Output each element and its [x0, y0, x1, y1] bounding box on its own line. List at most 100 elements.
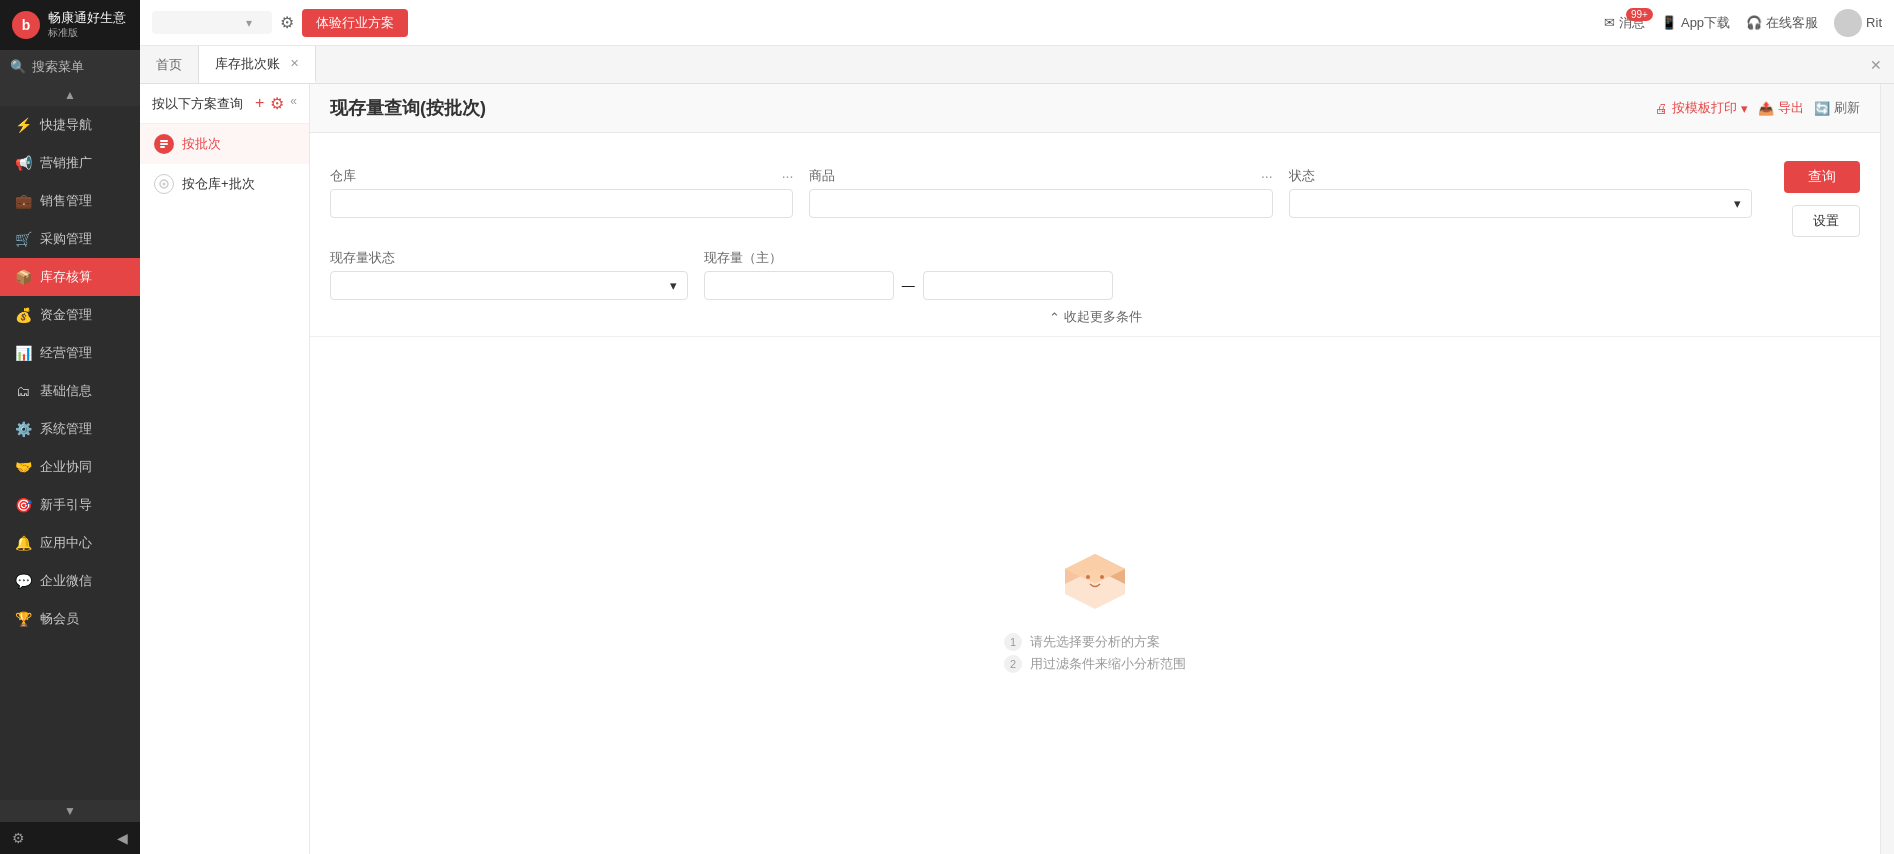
sales-icon: 💼 — [14, 193, 32, 209]
sidebar-item-sales[interactable]: 💼 销售管理 — [0, 182, 140, 220]
empty-state: 1 请先选择要分析的方案 2 用过滤条件来缩小分析范围 — [310, 337, 1880, 854]
empty-icon — [1045, 514, 1145, 617]
left-panel-header: 按以下方案查询 + ⚙ « — [140, 84, 309, 124]
sidebar-item-finance[interactable]: 💰 资金管理 — [0, 296, 140, 334]
empty-step-2: 2 用过滤条件来缩小分析范围 — [1004, 655, 1186, 673]
empty-illustration — [1045, 514, 1145, 614]
sidebar-item-system[interactable]: ⚙️ 系统管理 — [0, 410, 140, 448]
plan-settings-icon[interactable]: ⚙ — [270, 94, 284, 113]
tab-inventory-batch[interactable]: 库存批次账 ✕ — [199, 46, 316, 83]
export-action[interactable]: 📤 导出 — [1758, 99, 1804, 117]
refresh-label: 刷新 — [1834, 99, 1860, 117]
sidebar-item-label: 企业协同 — [40, 458, 92, 476]
member-icon: 🏆 — [14, 611, 32, 627]
phone-icon: 📱 — [1661, 15, 1677, 30]
quick-nav-icon: ⚡ — [14, 117, 32, 133]
stock-status-select[interactable]: ▾ — [330, 271, 688, 300]
collapse-icon[interactable]: ◀ — [117, 830, 128, 846]
tab-home-label: 首页 — [156, 56, 182, 74]
tab-close-icon[interactable]: ✕ — [290, 57, 299, 70]
stock-main-filter: 现存量（主） — — [704, 249, 1113, 300]
topbar-search[interactable]: ▾ — [152, 11, 272, 34]
avatar — [1834, 9, 1862, 37]
product-input[interactable] — [809, 189, 1272, 218]
sidebar-item-enterprise[interactable]: 🤝 企业协同 — [0, 448, 140, 486]
tabbar: 首页 库存批次账 ✕ ✕ — [140, 46, 1894, 84]
sidebar-item-label: 经营管理 — [40, 344, 92, 362]
sidebar-item-wechat[interactable]: 💬 企业微信 — [0, 562, 140, 600]
stock-main-from[interactable] — [704, 271, 894, 300]
sidebar-item-newbie[interactable]: 🎯 新手引导 — [0, 486, 140, 524]
appstore-icon: 🔔 — [14, 535, 32, 551]
tab-home[interactable]: 首页 — [140, 46, 199, 83]
sidebar-item-appstore[interactable]: 🔔 应用中心 — [0, 524, 140, 562]
print-action[interactable]: 🖨 按模板打印 ▾ — [1655, 99, 1748, 117]
topbar-settings-icon[interactable]: ⚙ — [280, 13, 294, 32]
sidebar-item-label: 资金管理 — [40, 306, 92, 324]
scroll-up-btn[interactable]: ▲ — [0, 84, 140, 106]
sidebar-item-marketing[interactable]: 📢 营销推广 — [0, 144, 140, 182]
system-icon: ⚙️ — [14, 421, 32, 437]
purchase-icon: 🛒 — [14, 231, 32, 247]
warehouse-input[interactable] — [330, 189, 793, 218]
warehouse-dots[interactable]: ··· — [782, 168, 794, 184]
query-button[interactable]: 查询 — [1784, 161, 1860, 193]
scroll-down-btn[interactable]: ▼ — [0, 800, 140, 822]
plan-item-batch[interactable]: 按批次 — [140, 124, 309, 164]
message-badge: 99+ — [1626, 8, 1653, 21]
topbar-search-input[interactable] — [162, 15, 242, 30]
stock-status-chevron-icon: ▾ — [670, 278, 677, 293]
sidebar-item-label: 基础信息 — [40, 382, 92, 400]
sidebar-search[interactable]: 🔍 搜索菜单 — [0, 50, 140, 84]
page-title: 现存量查询(按批次) — [330, 96, 486, 120]
online-service-action[interactable]: 🎧 在线客服 — [1746, 14, 1818, 32]
operations-icon: 📊 — [14, 345, 32, 361]
empty-step-1: 1 请先选择要分析的方案 — [1004, 633, 1186, 651]
message-action[interactable]: ✉ 消息 99+ — [1604, 14, 1645, 32]
add-plan-icon[interactable]: + — [255, 94, 264, 113]
app-download-action[interactable]: 📱 App下载 — [1661, 14, 1730, 32]
svg-point-10 — [1100, 575, 1104, 579]
step-2-label: 用过滤条件来缩小分析范围 — [1030, 655, 1186, 673]
chevron-down-icon[interactable]: ▾ — [246, 16, 252, 30]
refresh-action[interactable]: 🔄 刷新 — [1814, 99, 1860, 117]
sidebar-item-purchase[interactable]: 🛒 采购管理 — [0, 220, 140, 258]
status-chevron-icon: ▾ — [1734, 196, 1741, 211]
stock-main-to[interactable] — [923, 271, 1113, 300]
basic-icon: 🗂 — [14, 383, 32, 399]
product-dots[interactable]: ··· — [1261, 168, 1273, 184]
sidebar-item-label: 库存核算 — [40, 268, 92, 286]
refresh-icon: 🔄 — [1814, 101, 1830, 116]
finance-icon: 💰 — [14, 307, 32, 323]
settings-icon[interactable]: ⚙ — [12, 830, 25, 846]
svg-point-4 — [163, 183, 166, 186]
newbie-icon: 🎯 — [14, 497, 32, 513]
tab-close-right-icon[interactable]: ✕ — [1858, 46, 1894, 83]
export-label: 导出 — [1778, 99, 1804, 117]
sidebar-item-quick-nav[interactable]: ⚡ 快捷导航 — [0, 106, 140, 144]
stock-status-label: 现存量状态 — [330, 249, 395, 267]
range-dash: — — [902, 278, 915, 293]
message-icon: ✉ — [1604, 15, 1615, 30]
svg-rect-0 — [160, 140, 168, 142]
user-profile[interactable]: Rit — [1834, 9, 1882, 37]
status-select[interactable]: ▾ — [1289, 189, 1752, 218]
settings-button[interactable]: 设置 — [1792, 205, 1860, 237]
status-filter: 状态 ▾ — [1289, 167, 1752, 218]
sidebar: b 畅康通好生意 标准版 🔍 搜索菜单 ▲ ⚡ 快捷导航 📢 营销推广 💼 销售… — [0, 0, 140, 854]
empty-steps-list: 1 请先选择要分析的方案 2 用过滤条件来缩小分析范围 — [1004, 633, 1186, 677]
sidebar-item-operations[interactable]: 📊 经营管理 — [0, 334, 140, 372]
left-panel-collapse-icon[interactable]: « — [290, 94, 297, 113]
sidebar-item-label: 快捷导航 — [40, 116, 92, 134]
enterprise-icon: 🤝 — [14, 459, 32, 475]
plan-item-warehouse-batch[interactable]: 按仓库+批次 — [140, 164, 309, 204]
sidebar-item-inventory[interactable]: 📦 库存核算 — [0, 258, 140, 296]
experience-button[interactable]: 体验行业方案 — [302, 9, 408, 37]
collapse-more-btn[interactable]: ⌃ 收起更多条件 — [330, 308, 1860, 326]
plan-label-batch: 按批次 — [182, 135, 221, 153]
sidebar-item-member[interactable]: 🏆 畅会员 — [0, 600, 140, 638]
sidebar-item-basic[interactable]: 🗂 基础信息 — [0, 372, 140, 410]
tab-label: 库存批次账 — [215, 55, 280, 73]
svg-rect-2 — [160, 146, 165, 148]
plan-label-warehouse-batch: 按仓库+批次 — [182, 175, 255, 193]
